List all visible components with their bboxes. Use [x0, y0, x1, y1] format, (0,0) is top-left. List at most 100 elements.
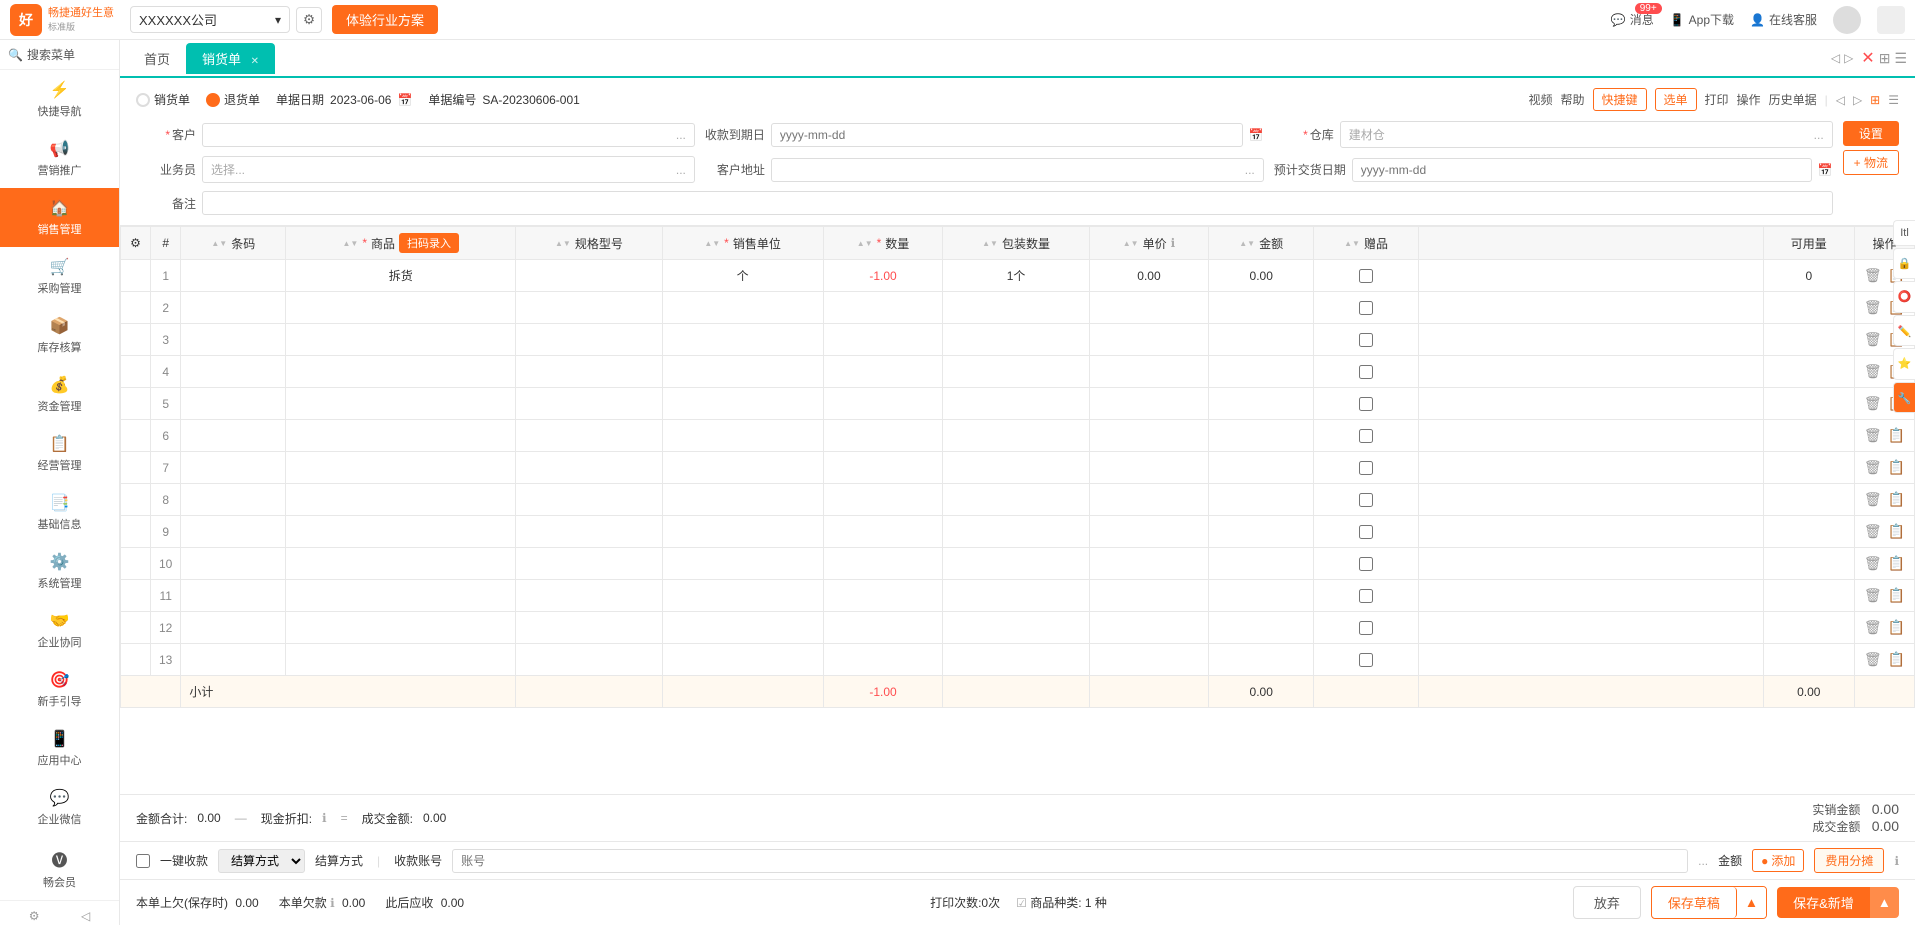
return-order-radio[interactable]: 退货单 — [206, 91, 260, 108]
td-unit-7[interactable] — [662, 484, 823, 516]
td-amount-5[interactable] — [1209, 420, 1314, 452]
user-avatar[interactable] — [1833, 6, 1861, 34]
settings-small-icon[interactable]: ⚙ — [29, 909, 40, 923]
td-qty-7[interactable] — [823, 484, 943, 516]
td-amount-11[interactable] — [1209, 612, 1314, 644]
td-unit-0[interactable]: 个 — [662, 260, 823, 292]
td-gift-0[interactable] — [1314, 260, 1419, 292]
nav-next-icon[interactable]: ▷ — [1853, 93, 1862, 107]
gift-checkbox-12[interactable] — [1359, 653, 1373, 667]
td-qty-12[interactable] — [823, 644, 943, 676]
td-gift-2[interactable] — [1314, 324, 1419, 356]
td-unit-5[interactable] — [662, 420, 823, 452]
td-gift-10[interactable] — [1314, 580, 1419, 612]
td-unit-price-6[interactable] — [1089, 452, 1209, 484]
td-unit-price-8[interactable] — [1089, 516, 1209, 548]
tab-close-icon[interactable]: ✕ — [251, 56, 259, 67]
layout-toggle-icon[interactable]: ⊞ — [1879, 50, 1891, 67]
delete-icon-9[interactable]: 🗑 — [1864, 555, 1882, 572]
td-gift-5[interactable] — [1314, 420, 1419, 452]
td-unit-3[interactable] — [662, 356, 823, 388]
copy-icon-8[interactable]: 📋 — [1888, 523, 1905, 540]
fee-split-button[interactable]: 费用分摊 — [1814, 848, 1884, 873]
td-spec-4[interactable] — [516, 388, 662, 420]
td-unit-4[interactable] — [662, 388, 823, 420]
td-product-0[interactable]: 拆货 — [286, 260, 516, 292]
list-view-icon[interactable]: ☰ — [1888, 93, 1899, 107]
gift-checkbox-7[interactable] — [1359, 493, 1373, 507]
td-barcode-12[interactable] — [181, 644, 286, 676]
td-pkg-qty-6[interactable] — [943, 452, 1089, 484]
sidebar-item-finance[interactable]: 💰 资金管理 — [0, 365, 119, 424]
td-unit-price-12[interactable] — [1089, 644, 1209, 676]
gift-checkbox-0[interactable] — [1359, 269, 1373, 283]
payment-method-select[interactable]: 结算方式 — [218, 849, 305, 873]
td-spec-0[interactable] — [516, 260, 662, 292]
layout-list-icon[interactable]: ☰ — [1894, 50, 1907, 67]
td-unit-price-5[interactable] — [1089, 420, 1209, 452]
td-pkg-qty-8[interactable] — [943, 516, 1089, 548]
td-unit-price-9[interactable] — [1089, 548, 1209, 580]
sidebar-item-management[interactable]: 📋 经营管理 — [0, 424, 119, 483]
one-click-payment-checkbox[interactable] — [136, 854, 150, 868]
warehouse-input[interactable]: 建材仓 ... — [1340, 121, 1833, 148]
td-amount-1[interactable] — [1209, 292, 1314, 324]
message-button[interactable]: 💬 消息 99+ — [1611, 11, 1654, 28]
add-payment-button[interactable]: ● 添加 — [1752, 849, 1804, 872]
td-product-4[interactable] — [286, 388, 516, 420]
td-barcode-3[interactable] — [181, 356, 286, 388]
td-barcode-7[interactable] — [181, 484, 286, 516]
sidebar-item-inventory[interactable]: 📦 库存核算 — [0, 306, 119, 365]
td-qty-6[interactable] — [823, 452, 943, 484]
td-amount-7[interactable] — [1209, 484, 1314, 516]
trial-button[interactable]: 体验行业方案 — [332, 5, 438, 34]
td-unit-12[interactable] — [662, 644, 823, 676]
delete-icon-4[interactable]: 🗑 — [1864, 395, 1882, 412]
td-gift-1[interactable] — [1314, 292, 1419, 324]
collapse-icon[interactable]: ◁ — [81, 909, 90, 923]
scan-button[interactable]: 扫码录入 — [399, 233, 459, 253]
float-btn-3[interactable]: ✏️ — [1893, 315, 1915, 346]
copy-icon-9[interactable]: 📋 — [1888, 555, 1905, 572]
td-barcode-1[interactable] — [181, 292, 286, 324]
td-product-6[interactable] — [286, 452, 516, 484]
float-btn-2[interactable]: ⭕ — [1893, 281, 1915, 312]
td-barcode-9[interactable] — [181, 548, 286, 580]
td-unit-price-7[interactable] — [1089, 484, 1209, 516]
td-pkg-qty-11[interactable] — [943, 612, 1089, 644]
expected-calendar-icon[interactable]: 📅 — [1818, 163, 1833, 177]
td-spec-3[interactable] — [516, 356, 662, 388]
company-selector[interactable]: XXXXXX公司 ▾ — [130, 6, 290, 33]
td-qty-3[interactable] — [823, 356, 943, 388]
shortcut-button[interactable]: 快捷键 — [1593, 88, 1647, 111]
td-unit-10[interactable] — [662, 580, 823, 612]
tab-nav-next-icon[interactable]: ▷ — [1844, 51, 1853, 65]
td-gift-7[interactable] — [1314, 484, 1419, 516]
print-button[interactable]: 打印 — [1705, 91, 1729, 108]
td-gift-3[interactable] — [1314, 356, 1419, 388]
float-btn-1[interactable]: 🔒 — [1893, 248, 1915, 279]
td-unit-price-0[interactable]: 0.00 — [1089, 260, 1209, 292]
td-pkg-qty-5[interactable] — [943, 420, 1089, 452]
td-product-11[interactable] — [286, 612, 516, 644]
td-spec-11[interactable] — [516, 612, 662, 644]
td-barcode-6[interactable] — [181, 452, 286, 484]
gift-checkbox-6[interactable] — [1359, 461, 1373, 475]
td-pkg-qty-0[interactable]: 1个 — [943, 260, 1089, 292]
td-qty-5[interactable] — [823, 420, 943, 452]
help-button[interactable]: 帮助 — [1560, 91, 1584, 108]
td-barcode-10[interactable] — [181, 580, 286, 612]
td-pkg-qty-4[interactable] — [943, 388, 1089, 420]
td-amount-8[interactable] — [1209, 516, 1314, 548]
date-calendar-icon[interactable]: 📅 — [397, 93, 412, 107]
save-draft-dropdown-icon[interactable]: ▲ — [1737, 887, 1766, 918]
td-barcode-5[interactable] — [181, 420, 286, 452]
sidebar-item-guide[interactable]: 🎯 新手引导 — [0, 660, 119, 719]
delete-icon-3[interactable]: 🗑 — [1864, 363, 1882, 380]
tab-nav-prev-icon[interactable]: ◁ — [1831, 51, 1840, 65]
app-download-button[interactable]: 📱 App下载 — [1670, 11, 1734, 28]
td-pkg-qty-1[interactable] — [943, 292, 1089, 324]
td-unit-6[interactable] — [662, 452, 823, 484]
salesman-input[interactable]: 选择... ... — [202, 156, 695, 183]
sidebar-item-member[interactable]: 🅥 畅会员 — [0, 837, 119, 900]
